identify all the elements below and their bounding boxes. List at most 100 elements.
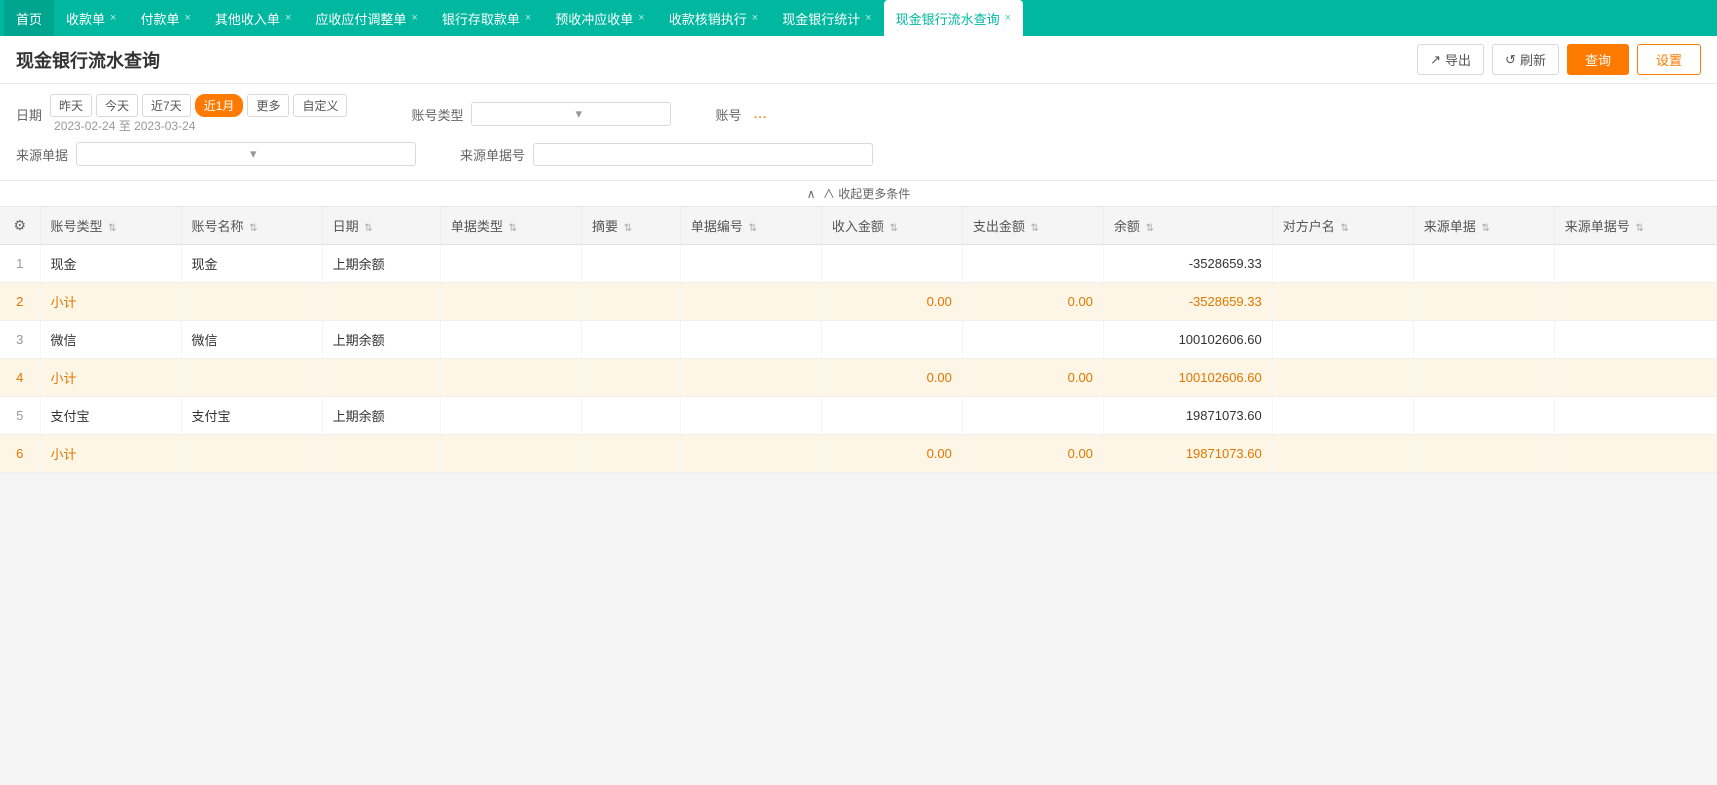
nav-tab-付款单[interactable]: 付款单 × bbox=[128, 0, 202, 36]
table-row[interactable]: 2 小计 0.00 0.00 -3528659.33 bbox=[0, 283, 1717, 321]
cell-expense: 0.00 bbox=[962, 359, 1103, 397]
data-table-container: ⚙ 账号类型 ⇅ 账号名称 ⇅ 日期 ⇅ 单据类型 ⇅ 摘要 ⇅ 单据编号 ⇅ … bbox=[0, 207, 1717, 473]
account-type-select[interactable]: ▾ bbox=[471, 102, 671, 126]
date-label: 日期 bbox=[16, 105, 42, 124]
table-row[interactable]: 5 支付宝 支付宝 上期余额 19871073.60 bbox=[0, 397, 1717, 435]
close-icon[interactable]: × bbox=[110, 12, 116, 24]
date-more[interactable]: 更多 bbox=[247, 94, 289, 117]
cell-source-doc-no bbox=[1554, 321, 1716, 359]
cell-balance: 100102606.60 bbox=[1103, 359, 1272, 397]
sort-icon[interactable]: ⇅ bbox=[1146, 223, 1154, 234]
source-doc-num-input[interactable] bbox=[533, 143, 873, 166]
source-doc-select[interactable]: ▾ bbox=[76, 142, 416, 166]
cell-income: 0.00 bbox=[821, 435, 962, 473]
cell-source-doc-no bbox=[1554, 435, 1716, 473]
date-options: 昨天 今天 近7天 近1月 更多 自定义 bbox=[50, 94, 347, 117]
close-icon[interactable]: × bbox=[865, 12, 871, 24]
sort-icon[interactable]: ⇅ bbox=[1031, 223, 1039, 234]
close-icon[interactable]: × bbox=[752, 12, 758, 24]
data-table: ⚙ 账号类型 ⇅ 账号名称 ⇅ 日期 ⇅ 单据类型 ⇅ 摘要 ⇅ 单据编号 ⇅ … bbox=[0, 207, 1717, 473]
close-icon[interactable]: × bbox=[184, 12, 190, 24]
cell-counterpart bbox=[1272, 359, 1413, 397]
header-actions: ↗ 导出 ↺ 刷新 查询 设置 bbox=[1417, 44, 1701, 75]
col-expense: 支出金额 ⇅ bbox=[962, 207, 1103, 245]
cell-balance: 100102606.60 bbox=[1103, 321, 1272, 359]
nav-home[interactable]: 首页 bbox=[4, 0, 54, 36]
sort-icon[interactable]: ⇅ bbox=[624, 223, 632, 234]
cell-summary bbox=[581, 397, 680, 435]
cell-doc-no bbox=[680, 283, 821, 321]
cell-doc-type bbox=[440, 283, 581, 321]
account-dots-button[interactable]: ... bbox=[749, 105, 770, 123]
date-7days[interactable]: 近7天 bbox=[142, 94, 191, 117]
date-1month[interactable]: 近1月 bbox=[195, 94, 244, 117]
col-doc-type: 单据类型 ⇅ bbox=[440, 207, 581, 245]
date-yesterday[interactable]: 昨天 bbox=[50, 94, 92, 117]
cell-doc-type bbox=[440, 321, 581, 359]
close-icon[interactable]: × bbox=[1005, 12, 1011, 24]
sort-icon[interactable]: ⇅ bbox=[249, 223, 257, 234]
cell-income: 0.00 bbox=[821, 359, 962, 397]
export-button[interactable]: ↗ 导出 bbox=[1417, 44, 1484, 75]
cell-source-doc-no bbox=[1554, 359, 1716, 397]
sort-icon[interactable]: ⇅ bbox=[364, 223, 372, 234]
table-row[interactable]: 4 小计 0.00 0.00 100102606.60 bbox=[0, 359, 1717, 397]
sort-icon[interactable]: ⇅ bbox=[1481, 223, 1489, 234]
sort-icon[interactable]: ⇅ bbox=[1340, 223, 1348, 234]
sort-icon[interactable]: ⇅ bbox=[509, 223, 517, 234]
query-button[interactable]: 查询 bbox=[1567, 44, 1629, 75]
table-row[interactable]: 3 微信 微信 上期余额 100102606.60 bbox=[0, 321, 1717, 359]
nav-tab-现金银行统计[interactable]: 现金银行统计 × bbox=[770, 0, 883, 36]
nav-tab-应收应付调整单[interactable]: 应收应付调整单 × bbox=[303, 0, 429, 36]
cell-doc-no bbox=[680, 245, 821, 283]
sort-icon[interactable]: ⇅ bbox=[748, 223, 756, 234]
cell-doc-no bbox=[680, 435, 821, 473]
cell-date: 上期余额 bbox=[322, 245, 440, 283]
date-today[interactable]: 今天 bbox=[96, 94, 138, 117]
chevron-down-icon: ▾ bbox=[575, 106, 662, 122]
cell-account-name bbox=[181, 435, 322, 473]
sort-icon[interactable]: ⇅ bbox=[889, 223, 897, 234]
nav-tab-其他收入单[interactable]: 其他收入单 × bbox=[203, 0, 303, 36]
date-custom[interactable]: 自定义 bbox=[293, 94, 347, 117]
cell-num: 5 bbox=[0, 397, 40, 435]
source-doc-label: 来源单据 bbox=[16, 145, 68, 164]
refresh-button[interactable]: ↺ 刷新 bbox=[1492, 44, 1559, 75]
table-row[interactable]: 6 小计 0.00 0.00 19871073.60 bbox=[0, 435, 1717, 473]
cell-summary bbox=[581, 283, 680, 321]
table-row[interactable]: 1 现金 现金 上期余额 -3528659.33 bbox=[0, 245, 1717, 283]
settings-button[interactable]: 设置 bbox=[1637, 44, 1701, 75]
nav-tab-收款核销执行[interactable]: 收款核销执行 × bbox=[657, 0, 770, 36]
cell-account-name bbox=[181, 283, 322, 321]
close-icon[interactable]: × bbox=[411, 12, 417, 24]
cell-date bbox=[322, 283, 440, 321]
export-icon: ↗ bbox=[1430, 52, 1441, 68]
cell-num: 6 bbox=[0, 435, 40, 473]
nav-tab-收款单[interactable]: 收款单 × bbox=[54, 0, 128, 36]
nav-tab-银行存取款单[interactable]: 银行存取款单 × bbox=[430, 0, 543, 36]
close-icon[interactable]: × bbox=[285, 12, 291, 24]
cell-source-doc bbox=[1413, 283, 1554, 321]
cell-account-type: 微信 bbox=[40, 321, 181, 359]
cell-income bbox=[821, 245, 962, 283]
close-icon[interactable]: × bbox=[525, 12, 531, 24]
sort-icon[interactable]: ⇅ bbox=[1635, 223, 1643, 234]
cell-date bbox=[322, 435, 440, 473]
cell-balance: 19871073.60 bbox=[1103, 435, 1272, 473]
sort-icon[interactable]: ⇅ bbox=[108, 223, 116, 234]
cell-doc-type bbox=[440, 245, 581, 283]
nav-tab-预收冲应收单[interactable]: 预收冲应收单 × bbox=[543, 0, 656, 36]
close-icon[interactable]: × bbox=[638, 12, 644, 24]
col-gear: ⚙ bbox=[0, 207, 40, 245]
nav-tab-现金银行流水查询[interactable]: 现金银行流水查询 × bbox=[884, 0, 1023, 36]
table-body: 1 现金 现金 上期余额 -3528659.33 2 小计 0.00 0.00 … bbox=[0, 245, 1717, 473]
filter-area: 日期 昨天 今天 近7天 近1月 更多 自定义 2023-02-24 至 202… bbox=[0, 84, 1717, 181]
cell-counterpart bbox=[1272, 397, 1413, 435]
date-filter: 日期 昨天 今天 近7天 近1月 更多 自定义 2023-02-24 至 202… bbox=[16, 94, 347, 134]
cell-doc-no bbox=[680, 321, 821, 359]
cell-doc-type bbox=[440, 397, 581, 435]
gear-icon[interactable]: ⚙ bbox=[10, 217, 30, 234]
cell-expense bbox=[962, 245, 1103, 283]
collapse-bar[interactable]: ∧ ∧ 收起更多条件 bbox=[0, 181, 1717, 207]
cell-expense: 0.00 bbox=[962, 435, 1103, 473]
